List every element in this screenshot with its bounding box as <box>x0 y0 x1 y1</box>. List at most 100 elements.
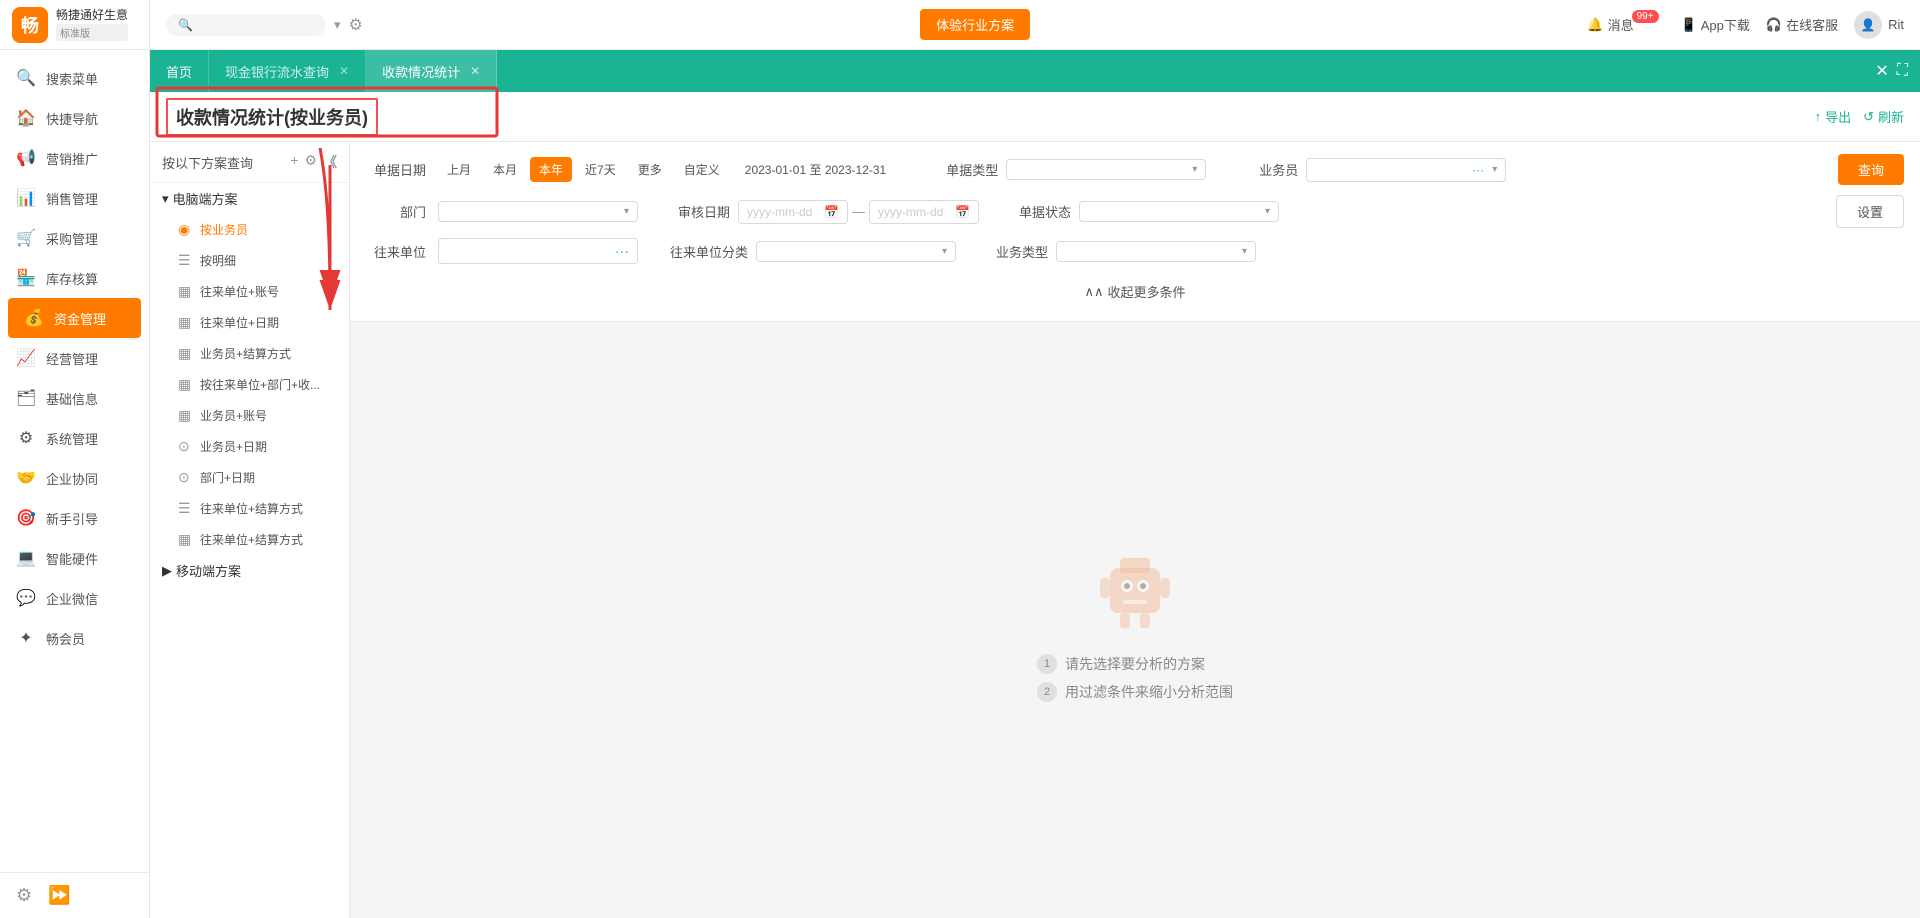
salesman-label: 业务员 <box>1238 160 1298 179</box>
trial-industry-btn[interactable]: 体验行业方案 <box>920 9 1030 40</box>
salesman-settlement-icon: ▦ <box>178 345 194 362</box>
scheme-group-desktop: ▾ 电脑端方案 ◉ 按业务员 ☰ 按明细 ▦ 往来单位+账号 ▦ 往来单位+ <box>150 183 349 555</box>
scheme-item-dept-date[interactable]: ⊙ 部门+日期 <box>150 462 349 493</box>
sidebar-item-operations[interactable]: 📈 经营管理 <box>0 338 149 378</box>
sidebar-item-enterprise[interactable]: 🤝 企业协同 <box>0 458 149 498</box>
sidebar-item-guide[interactable]: 🎯 新手引导 <box>0 498 149 538</box>
scheme-item-by-salesman[interactable]: ◉ 按业务员 <box>150 214 349 245</box>
scheme-item-partner-account-label: 往来单位+账号 <box>200 283 279 300</box>
sidebar-item-label-marketing: 营销推广 <box>46 149 98 168</box>
download-label: App下载 <box>1701 15 1750 34</box>
salesman-more-dots[interactable]: ··· <box>1472 163 1484 177</box>
app-logo: 畅 畅捷通好生意 标准版 <box>0 0 149 50</box>
collapse-sidebar-icon[interactable]: ⏩ <box>48 885 70 906</box>
sidebar-item-quicknav[interactable]: 🏠 快捷导航 <box>0 98 149 138</box>
scheme-item-partner-settlement2[interactable]: ▦ 往来单位+结算方式 <box>150 524 349 555</box>
partner-select[interactable]: ··· <box>438 238 638 264</box>
notification-count: 99+ <box>1632 10 1659 23</box>
scheme-group-desktop-title[interactable]: ▾ 电脑端方案 <box>150 183 349 214</box>
doc-status-select[interactable]: ▾ <box>1079 201 1279 222</box>
app-download-btn[interactable]: 📱 App下载 <box>1681 15 1750 34</box>
sidebar-item-member[interactable]: ✦ 畅会员 <box>0 618 149 658</box>
sidebar-item-hardware[interactable]: 💻 智能硬件 <box>0 538 149 578</box>
collapse-more-conditions[interactable]: ∧∧ 收起更多条件 <box>1068 274 1201 309</box>
sidebar-item-purchase[interactable]: 🛒 采购管理 <box>0 218 149 258</box>
calendar-icon-1[interactable]: 📅 <box>824 205 839 219</box>
sidebar-item-basic[interactable]: 🗂 基础信息 <box>0 378 149 418</box>
refresh-btn[interactable]: ↺ 刷新 <box>1863 107 1904 126</box>
add-scheme-icon[interactable]: + <box>290 152 298 172</box>
scheme-item-partner-settlement1[interactable]: ☰ 往来单位+结算方式 <box>150 493 349 524</box>
partner-category-label: 往来单位分类 <box>670 242 748 261</box>
date-tab-this-month[interactable]: 本月 <box>484 157 526 182</box>
tab-close-all-icon[interactable]: ✕ <box>1875 61 1888 81</box>
panel-header: 按以下方案查询 + ⚙ 《 <box>150 142 349 183</box>
query-btn[interactable]: 查询 <box>1838 154 1904 185</box>
business-type-select[interactable]: ▾ <box>1056 241 1256 262</box>
sidebar-item-marketing[interactable]: 📢 营销推广 <box>0 138 149 178</box>
settings-btn[interactable]: 设置 <box>1836 195 1904 228</box>
partner-account-icon: ▦ <box>178 283 194 300</box>
settings-bottom-icon[interactable]: ⚙ <box>16 885 32 906</box>
tab-expand-icon[interactable]: ⛶ <box>1897 62 1908 80</box>
main-wrapper: 🔍 ▾ ⚙ 体验行业方案 🔔 消息 99+ 📱 App下载 🎧 在线客服 👤 <box>150 0 1920 918</box>
notification-btn[interactable]: 🔔 消息 99+ <box>1587 15 1664 34</box>
sidebar-item-label-guide: 新手引导 <box>46 509 98 528</box>
sidebar-item-finance[interactable]: 💰 资金管理 <box>8 298 141 338</box>
sidebar-item-system[interactable]: ⚙ 系统管理 <box>0 418 149 458</box>
step-2-num: 2 <box>1037 682 1057 702</box>
scheme-item-salesman-settlement[interactable]: ▦ 业务员+结算方式 <box>150 338 349 369</box>
sidebar-item-label-system: 系统管理 <box>46 429 98 448</box>
doc-type-select[interactable]: ▾ <box>1006 159 1206 180</box>
user-profile-btn[interactable]: 👤 Rit <box>1854 11 1904 39</box>
scheme-item-by-detail[interactable]: ☰ 按明细 <box>150 245 349 276</box>
date-tab-last7[interactable]: 近7天 <box>576 157 625 182</box>
partner-category-group: 往来单位分类 ▾ <box>670 241 956 262</box>
content-area: 按以下方案查询 + ⚙ 《 ▾ 电脑端方案 ◉ 按业务员 ☰ 按 <box>150 142 1920 918</box>
scheme-item-partner-account[interactable]: ▦ 往来单位+账号 <box>150 276 349 307</box>
doc-status-label: 单据状态 <box>1011 202 1071 221</box>
dept-select[interactable]: ▾ <box>438 201 638 222</box>
calendar-icon-2[interactable]: 📅 <box>955 205 970 219</box>
tab-home[interactable]: 首页 <box>150 50 209 92</box>
topbar-settings-icon[interactable]: ⚙ <box>349 15 363 35</box>
online-support-btn[interactable]: 🎧 在线客服 <box>1766 15 1838 34</box>
export-btn[interactable]: ↑ 导出 <box>1815 107 1852 126</box>
collapse-panel-icon[interactable]: 《 <box>323 152 337 172</box>
sidebar-item-inventory[interactable]: 🏪 库存核算 <box>0 258 149 298</box>
marketing-icon: 📢 <box>16 148 36 168</box>
tab-bank-flow[interactable]: 现金银行流水查询 ✕ <box>209 50 366 92</box>
tab-bank-flow-close[interactable]: ✕ <box>339 64 349 78</box>
scheme-item-salesman-account[interactable]: ▦ 业务员+账号 <box>150 400 349 431</box>
scheme-settings-icon[interactable]: ⚙ <box>304 152 317 172</box>
scheme-item-partner-settlement2-label: 往来单位+结算方式 <box>200 531 303 548</box>
salesman-scheme-icon: ◉ <box>178 221 194 238</box>
date-range-text: 2023-01-01 至 2023-12-31 <box>745 161 886 178</box>
partner-more-dots[interactable]: ··· <box>615 243 629 259</box>
member-icon: ✦ <box>16 628 36 648</box>
right-panel: 单据日期 上月 本月 本年 近7天 更多 自定义 2023-01-01 至 20… <box>350 142 1920 918</box>
scheme-item-salesman-date[interactable]: ⊙ 业务员+日期 <box>150 431 349 462</box>
empty-step-1: 1 请先选择要分析的方案 <box>1037 654 1233 674</box>
date-tab-custom[interactable]: 自定义 <box>675 157 729 182</box>
sidebar-item-search[interactable]: 🔍 搜索菜单 <box>0 58 149 98</box>
review-date-inputs: yyyy-mm-dd 📅 — yyyy-mm-dd 📅 <box>738 200 979 224</box>
sidebar-item-wechat[interactable]: 💬 企业微信 <box>0 578 149 618</box>
tab-collection-stats[interactable]: 收款情况统计 ✕ <box>366 50 497 92</box>
topbar-search-box[interactable]: 🔍 <box>166 14 326 36</box>
sidebar-item-sales[interactable]: 📊 销售管理 <box>0 178 149 218</box>
date-tab-last-month[interactable]: 上月 <box>438 157 480 182</box>
review-date-start[interactable]: yyyy-mm-dd 📅 <box>738 200 848 224</box>
partner-category-select[interactable]: ▾ <box>756 241 956 262</box>
scheme-item-partner-dept-collect[interactable]: ▦ 按往来单位+部门+收... <box>150 369 349 400</box>
salesman-select[interactable]: ··· ▾ <box>1306 158 1506 182</box>
review-date-end[interactable]: yyyy-mm-dd 📅 <box>869 200 979 224</box>
tab-collection-stats-close[interactable]: ✕ <box>470 64 480 78</box>
topbar-search-icon: 🔍 <box>178 18 193 32</box>
sidebar-item-label-member: 畅会员 <box>46 629 85 648</box>
date-tab-this-year[interactable]: 本年 <box>530 157 572 182</box>
topbar-dropdown-icon[interactable]: ▾ <box>334 17 341 33</box>
scheme-item-partner-date[interactable]: ▦ 往来单位+日期 <box>150 307 349 338</box>
scheme-group-mobile-title[interactable]: ▶ 移动端方案 <box>150 555 349 586</box>
date-tab-more[interactable]: 更多 <box>629 157 671 182</box>
